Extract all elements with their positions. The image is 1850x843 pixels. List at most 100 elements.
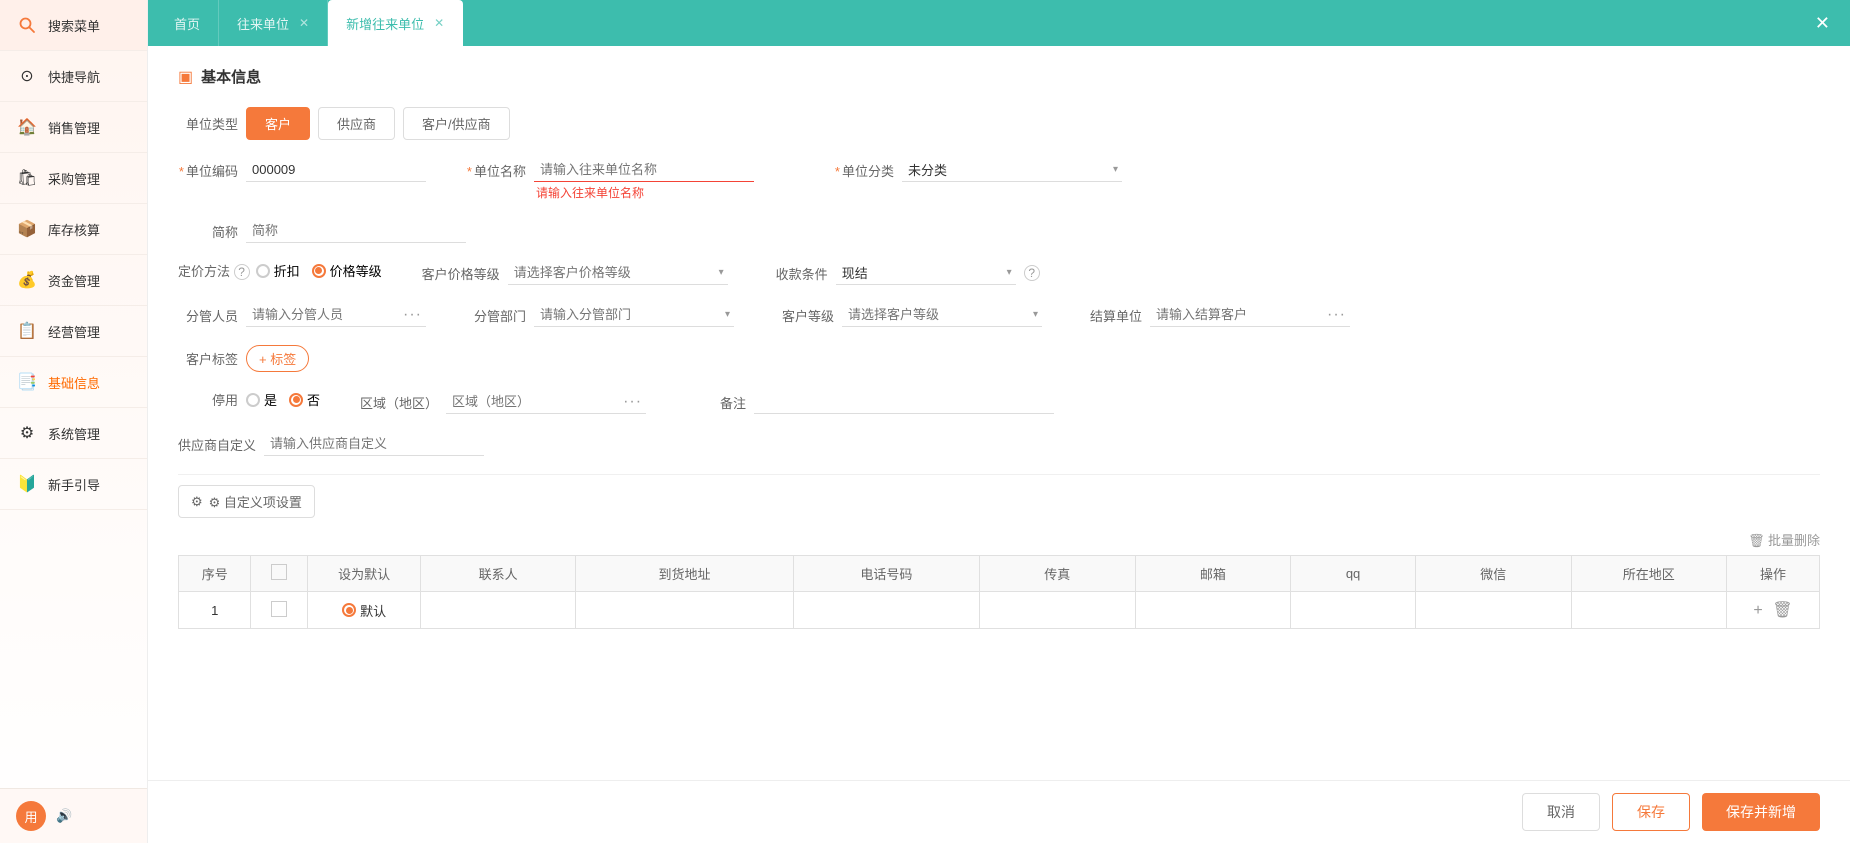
col-seq: 序号	[179, 556, 251, 592]
pricing-discount-radio[interactable]: 折扣	[256, 261, 300, 280]
custom-settings-button[interactable]: ⚙ ⚙ 自定义项设置	[178, 485, 315, 518]
payment-terms-help-icon[interactable]: ?	[1024, 265, 1040, 281]
window-close-button[interactable]: ✕	[1803, 13, 1842, 34]
sidebar-item-system[interactable]: ⚙ 系统管理	[0, 408, 147, 459]
qq-input[interactable]	[1323, 603, 1383, 618]
short-name-input[interactable]	[246, 219, 466, 243]
code-name-category-row: *单位编码 *单位名称 请输入往来单位名称 *单位分类 ▾	[178, 158, 1820, 201]
customer-level-input[interactable]	[842, 303, 1033, 326]
batch-delete-btn[interactable]: 🗑 批量删除	[1748, 534, 1820, 548]
disabled-yes-radio[interactable]: 是	[246, 390, 277, 409]
row-default-radio[interactable]: 默认	[318, 601, 409, 620]
unit-category-input[interactable]	[902, 158, 1113, 181]
cancel-button[interactable]: 取消	[1522, 793, 1600, 831]
select-all-checkbox[interactable]	[271, 564, 287, 580]
row-fax[interactable]	[980, 592, 1136, 629]
settlement-unit-more-btn[interactable]: ···	[1323, 306, 1350, 324]
wechat-input[interactable]	[1453, 603, 1533, 618]
email-input[interactable]	[1173, 603, 1253, 618]
tab-home[interactable]: 首页	[156, 0, 219, 46]
remarks-label: 备注	[686, 393, 746, 412]
remarks-input[interactable]	[754, 390, 1054, 414]
sidebar-item-inventory[interactable]: 📦 库存核算	[0, 204, 147, 255]
region-input[interactable]	[446, 390, 619, 413]
table-header-row: 序号 设为默认 联系人 到货地址 电话号码 传真 邮箱 qq 微信 所在地区 操…	[179, 556, 1820, 592]
sidebar-item-search[interactable]: 搜索菜单	[0, 0, 147, 51]
col-fax: 传真	[980, 556, 1136, 592]
save-new-button[interactable]: 保存并新增	[1702, 793, 1820, 831]
sidebar: 搜索菜单 ⊙ 快捷导航 🏠 销售管理 🛍 采购管理 📦 库存核算 💰 资金管理 …	[0, 0, 148, 843]
settlement-unit-field: 结算单位 ···	[1082, 303, 1350, 327]
tab-partners[interactable]: 往来单位 ✕	[219, 0, 328, 46]
manager-input[interactable]	[246, 303, 399, 326]
pricing-help-icon[interactable]: ?	[234, 264, 250, 280]
row-contact[interactable]	[420, 592, 576, 629]
payment-terms-field: 收款条件 ▾ ?	[768, 261, 1040, 285]
supplier-custom-label: 供应商自定义	[178, 435, 256, 454]
tab-new-partner[interactable]: 新增往来单位 ✕	[328, 0, 463, 46]
sidebar-item-quick-nav[interactable]: ⊙ 快捷导航	[0, 51, 147, 102]
sidebar-item-label: 资金管理	[48, 271, 100, 290]
unit-type-customer-btn[interactable]: 客户	[246, 107, 310, 140]
info-icon: 📑	[16, 371, 38, 393]
row-region[interactable]	[1571, 592, 1727, 629]
sidebar-item-finance[interactable]: 💰 资金管理	[0, 255, 147, 306]
contact-input[interactable]	[458, 603, 538, 618]
pricing-level-radio[interactable]: 价格等级	[312, 261, 382, 280]
unit-type-both-btn[interactable]: 客户/供应商	[403, 107, 510, 140]
delete-row-btn[interactable]: 🗑	[1772, 602, 1792, 619]
add-row-btn[interactable]: +	[1753, 602, 1762, 619]
tab-new-partner-close[interactable]: ✕	[434, 16, 444, 30]
sidebar-bottom: 用 🔊	[0, 788, 147, 843]
payment-terms-select[interactable]: ▾	[836, 261, 1016, 285]
phone-input[interactable]	[836, 603, 936, 618]
shopping-icon: 🛍	[16, 167, 38, 189]
manager-more-btn[interactable]: ···	[399, 306, 426, 324]
row-qq[interactable]	[1291, 592, 1416, 629]
disabled-no-radio[interactable]: 否	[289, 390, 320, 409]
add-tag-button[interactable]: + 标签	[246, 345, 309, 372]
unit-category-select[interactable]: ▾	[902, 158, 1122, 182]
address-input[interactable]	[625, 603, 745, 618]
fax-input[interactable]	[1017, 603, 1097, 618]
sidebar-item-sales[interactable]: 🏠 销售管理	[0, 102, 147, 153]
customer-price-level-input[interactable]	[508, 261, 719, 284]
payment-terms-input[interactable]	[836, 261, 1007, 284]
settlement-unit-input[interactable]	[1150, 303, 1323, 326]
row-default[interactable]: 默认	[308, 592, 420, 629]
sidebar-item-label: 系统管理	[48, 424, 100, 443]
sidebar-item-basic-info[interactable]: 📑 基础信息	[0, 357, 147, 408]
row-select-checkbox[interactable]	[271, 601, 287, 617]
chevron-down-icon: ▾	[719, 267, 728, 278]
row-email[interactable]	[1135, 592, 1291, 629]
search-icon	[16, 14, 38, 36]
region-more-btn[interactable]: ···	[619, 393, 646, 411]
col-wechat: 微信	[1415, 556, 1571, 592]
department-select[interactable]: ▾	[534, 303, 734, 327]
sidebar-item-label: 基础信息	[48, 373, 100, 392]
sidebar-item-operations[interactable]: 📋 经营管理	[0, 306, 147, 357]
customer-price-level-field: 客户价格等级 ▾	[422, 261, 728, 285]
unit-name-input[interactable]	[534, 158, 754, 182]
row-default-radio-circle	[342, 603, 356, 617]
disabled-radio-group: 是 否	[246, 390, 320, 409]
row-region-input[interactable]	[1609, 603, 1689, 618]
save-button[interactable]: 保存	[1612, 793, 1690, 831]
row-phone[interactable]	[793, 592, 979, 629]
unit-category-label: *单位分类	[834, 161, 894, 180]
supplier-custom-input[interactable]	[264, 432, 484, 456]
row-address[interactable]	[576, 592, 793, 629]
col-email: 邮箱	[1135, 556, 1291, 592]
unit-type-supplier-btn[interactable]: 供应商	[318, 107, 395, 140]
department-input[interactable]	[534, 303, 725, 326]
customer-level-select[interactable]: ▾	[842, 303, 1042, 327]
sidebar-item-guide[interactable]: 🔰 新手引导	[0, 459, 147, 510]
customer-price-level-select[interactable]: ▾	[508, 261, 728, 285]
unit-code-input[interactable]	[246, 158, 426, 182]
avatar: 用	[16, 801, 46, 831]
tab-partners-close[interactable]: ✕	[299, 16, 309, 30]
sidebar-item-label: 新手引导	[48, 475, 100, 494]
row-wechat[interactable]	[1415, 592, 1571, 629]
sidebar-item-purchase[interactable]: 🛍 采购管理	[0, 153, 147, 204]
section-title: 基本信息	[201, 66, 261, 87]
